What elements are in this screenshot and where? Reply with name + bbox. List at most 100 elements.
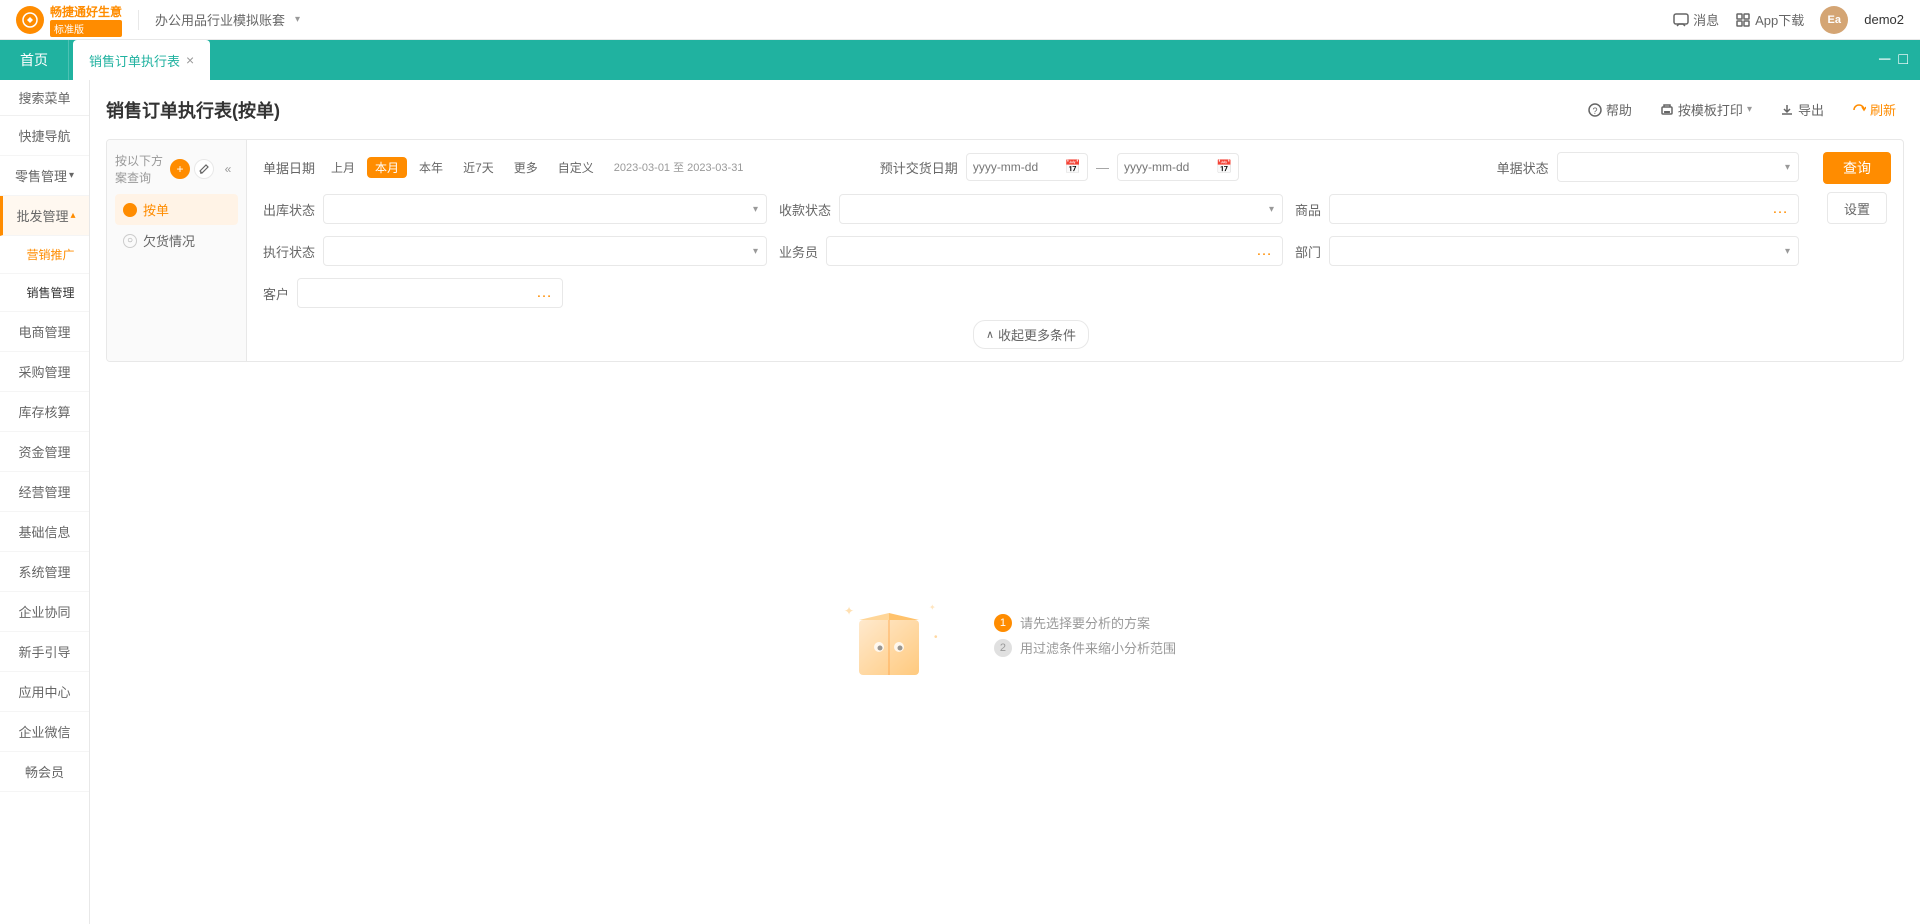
- tab-home[interactable]: 首页: [0, 40, 69, 80]
- delivery-select[interactable]: ▾: [323, 194, 767, 224]
- filter-sidebar-actions: + «: [170, 159, 238, 179]
- print-dropdown-icon[interactable]: ▾: [1747, 104, 1752, 115]
- content-area: 销售订单执行表(按单) ? 帮助 按模板打印 ▾ 导出: [90, 80, 1920, 924]
- plan-dot-inactive: ○: [123, 234, 137, 248]
- user-name[interactable]: demo2: [1864, 12, 1904, 27]
- message-icon: [1673, 12, 1689, 28]
- header-right: 消息 App下载 Ea demo2: [1673, 6, 1904, 34]
- date-separator: —: [1096, 160, 1109, 175]
- export-btn[interactable]: 导出: [1772, 96, 1832, 123]
- sidebar-item-purchase[interactable]: 采购管理: [0, 352, 89, 392]
- sidebar-item-finance[interactable]: 资金管理: [0, 432, 89, 472]
- sidebar-item-enterprise[interactable]: 企业协同: [0, 592, 89, 632]
- nav-item[interactable]: 办公用品行业模拟账套: [155, 10, 285, 29]
- sidebar-item-wholesale[interactable]: 批发管理▴: [0, 196, 89, 236]
- department-select[interactable]: ▾: [1329, 236, 1799, 266]
- svg-text:•: •: [934, 632, 938, 643]
- settings-btn[interactable]: 设置: [1827, 192, 1887, 224]
- step-num-1: 1: [994, 614, 1012, 632]
- sidebar-item-operations[interactable]: 经营管理: [0, 472, 89, 512]
- date-tab-thismonth[interactable]: 本月: [367, 157, 407, 178]
- sidebar-item-ecommerce[interactable]: 电商管理: [0, 312, 89, 352]
- product-dots[interactable]: …: [1772, 200, 1790, 218]
- payment-select[interactable]: ▾: [839, 194, 1283, 224]
- filter-sidebar-title: 按以下方案查询 + «: [115, 152, 238, 186]
- page-title: 销售订单执行表(按单): [106, 97, 280, 123]
- product-input-wrap[interactable]: …: [1329, 194, 1799, 224]
- date-start-wrap: 📅: [966, 153, 1088, 181]
- execution-field: 执行状态 ▾: [263, 236, 767, 266]
- status-select[interactable]: ▾: [1557, 152, 1799, 182]
- payment-select-arrow: ▾: [1269, 204, 1274, 215]
- page-content: 销售订单执行表(按单) ? 帮助 按模板打印 ▾ 导出: [90, 80, 1920, 924]
- tab-minimize-btn[interactable]: ─: [1879, 51, 1890, 69]
- salesperson-dots[interactable]: …: [1256, 242, 1274, 260]
- sidebar-item-sales[interactable]: 销售管理: [0, 274, 89, 312]
- date-tab-custom[interactable]: 自定义: [550, 157, 602, 178]
- tab-active[interactable]: 销售订单执行表 ×: [73, 40, 210, 80]
- date-tab-7days[interactable]: 近7天: [455, 157, 502, 178]
- export-icon: [1780, 103, 1794, 117]
- plan-item-欠货情况[interactable]: ○ 欠货情况: [115, 225, 238, 256]
- salesperson-field: 业务员 …: [779, 236, 1283, 266]
- sidebar-item-newbie[interactable]: 新手引导: [0, 632, 89, 672]
- salesperson-input-wrap[interactable]: …: [826, 236, 1283, 266]
- tab-bar: 首页 销售订单执行表 × ─ □: [0, 40, 1920, 80]
- status-select-arrow: ▾: [1785, 162, 1790, 173]
- print-icon: [1660, 103, 1674, 117]
- tab-bar-actions: ─ □: [1879, 51, 1920, 69]
- step-num-2: 2: [994, 639, 1012, 657]
- tab-maximize-btn[interactable]: □: [1898, 51, 1908, 69]
- department-label: 部门: [1295, 242, 1321, 261]
- execution-select[interactable]: ▾: [323, 236, 767, 266]
- help-btn[interactable]: ? 帮助: [1580, 96, 1640, 123]
- sidebar-item-basics[interactable]: 基础信息: [0, 512, 89, 552]
- plan-dot-active: [123, 203, 137, 217]
- plan-item-按单[interactable]: 按单: [115, 194, 238, 225]
- date-end-calendar-icon[interactable]: 📅: [1216, 159, 1232, 175]
- sidebar-search-item[interactable]: 搜索菜单: [0, 80, 89, 116]
- delivery-label: 出库状态: [263, 200, 315, 219]
- message-action[interactable]: 消息: [1673, 10, 1719, 29]
- empty-text-wrap: 1 请先选择要分析的方案 2 用过滤条件来缩小分析范围: [994, 613, 1176, 657]
- date-field: 单据日期 上月 本月 本年 近7天 更多 自定义 2023-03-01 至 20…: [263, 157, 868, 178]
- sidebar-item-retail[interactable]: 零售管理▾: [0, 156, 89, 196]
- refresh-btn[interactable]: 刷新: [1844, 96, 1904, 123]
- search-btn[interactable]: 查询: [1823, 152, 1891, 184]
- date-tab-lastmonth[interactable]: 上月: [323, 157, 363, 178]
- print-btn[interactable]: 按模板打印 ▾: [1652, 96, 1760, 123]
- date-tab-more[interactable]: 更多: [506, 157, 546, 178]
- product-field: 商品 …: [1295, 194, 1799, 224]
- collapse-sidebar-btn[interactable]: «: [218, 159, 238, 179]
- date-start-input[interactable]: [973, 160, 1063, 174]
- date-start-calendar-icon[interactable]: 📅: [1065, 159, 1081, 175]
- filter-row-2: 出库状态 ▾ 收款状态 ▾: [263, 194, 1799, 224]
- app-icon: [1735, 12, 1751, 28]
- sidebar-item-system[interactable]: 系统管理: [0, 552, 89, 592]
- collapse-filters-btn[interactable]: ∧ 收起更多条件: [973, 320, 1089, 349]
- filter-actions-col: 查询 设置: [1815, 140, 1903, 361]
- date-range-text: 2023-03-01 至 2023-03-31: [614, 159, 744, 175]
- sidebar-item-marketing[interactable]: 营销推广: [0, 236, 89, 274]
- sidebar-item-appstore[interactable]: 应用中心: [0, 672, 89, 712]
- customer-input-wrap[interactable]: …: [297, 278, 563, 308]
- add-plan-btn[interactable]: +: [170, 159, 190, 179]
- edit-plan-btn[interactable]: [194, 159, 214, 179]
- delivery-field: 出库状态 ▾: [263, 194, 767, 224]
- sidebar-item-member[interactable]: 畅会员: [0, 752, 89, 792]
- nav-dropdown-icon[interactable]: ▾: [295, 14, 300, 25]
- empty-state: ✦ ✦ • 1 请先选择要分析的方案: [106, 362, 1904, 908]
- date-end-input[interactable]: [1124, 160, 1214, 174]
- app-download-action[interactable]: App下载: [1735, 10, 1804, 29]
- customer-dots[interactable]: …: [536, 284, 554, 302]
- sidebar-item-inventory[interactable]: 库存核算: [0, 392, 89, 432]
- date-label: 单据日期: [263, 158, 315, 177]
- sidebar-item-wechat[interactable]: 企业微信: [0, 712, 89, 752]
- status-label: 单据状态: [1497, 158, 1549, 177]
- page-header: 销售订单执行表(按单) ? 帮助 按模板打印 ▾ 导出: [106, 96, 1904, 123]
- tab-close-icon[interactable]: ×: [186, 52, 194, 68]
- filter-row-4: 客户 …: [263, 278, 1799, 308]
- product-label: 商品: [1295, 200, 1321, 219]
- date-tab-thisyear[interactable]: 本年: [411, 157, 451, 178]
- sidebar-item-quick-nav[interactable]: 快捷导航: [0, 116, 89, 156]
